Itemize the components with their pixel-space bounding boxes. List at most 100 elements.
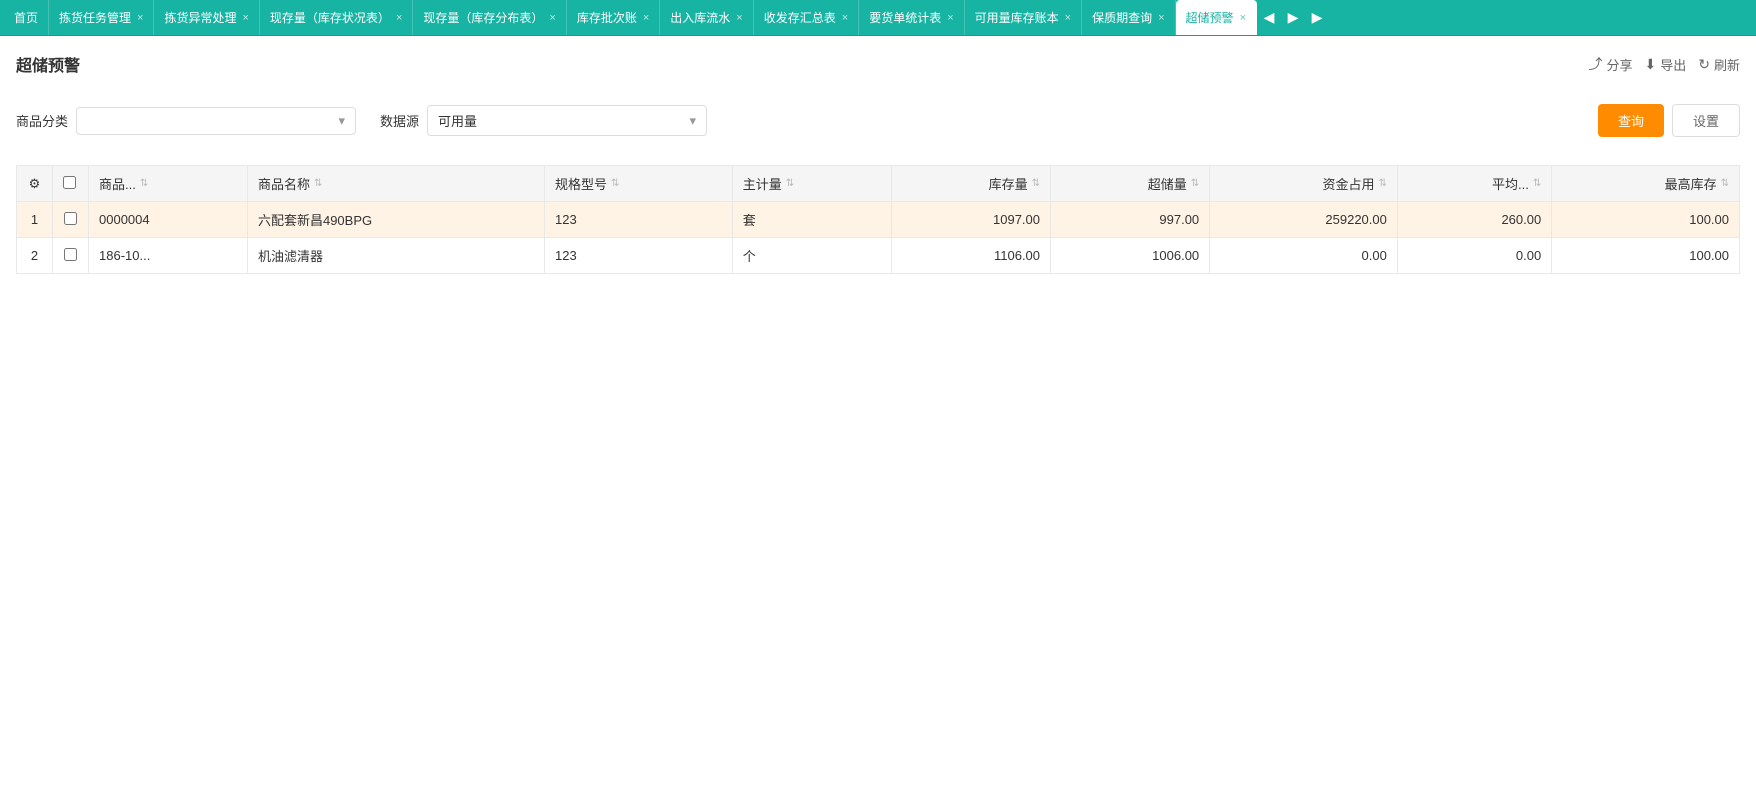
col-name: 商品名称 ⇅ <box>247 166 544 202</box>
close-icon[interactable]: × <box>947 12 953 24</box>
chevron-down-icon: ▾ <box>338 113 345 129</box>
sort-icon: ⇅ <box>611 178 619 189</box>
select-all-checkbox[interactable] <box>63 176 76 189</box>
table-row: 1 0000004 六配套新昌490BPG 123 套 1097.00 997.… <box>17 202 1740 238</box>
row-name: 六配套新昌490BPG <box>247 202 544 238</box>
datasource-label: 数据源 <box>380 111 419 130</box>
nav-tab-quality[interactable]: 保质期查询 × <box>1082 0 1175 36</box>
nav-tab-stock-dist[interactable]: 现存量（库存分布表） × <box>413 0 566 36</box>
row-capital: 259220.00 <box>1210 202 1398 238</box>
nav-tab-task-mgmt[interactable]: 拣货任务管理 × <box>49 0 154 36</box>
nav-next-button[interactable]: ▶ <box>1281 0 1305 36</box>
col-avg: 平均... ⇅ <box>1397 166 1551 202</box>
row-num: 2 <box>17 238 53 274</box>
col-stock: 库存量 ⇅ <box>891 166 1050 202</box>
sort-icon: ⇅ <box>1191 178 1199 189</box>
category-label: 商品分类 <box>16 111 68 130</box>
row-num: 1 <box>17 202 53 238</box>
row-avg: 260.00 <box>1397 202 1551 238</box>
nav-tab-available[interactable]: 可用量库存账本 × <box>965 0 1082 36</box>
nav-tab-stock-status[interactable]: 现存量（库存状况表） × <box>260 0 413 36</box>
page-title: 超储预警 <box>16 52 80 76</box>
close-icon[interactable]: × <box>137 12 143 24</box>
col-stock-sort[interactable]: 库存量 ⇅ <box>989 174 1040 193</box>
row-stock: 1106.00 <box>891 238 1050 274</box>
close-icon[interactable]: × <box>549 12 555 24</box>
nav-tab-summary[interactable]: 收发存汇总表 × <box>754 0 859 36</box>
row-name: 机油滤清器 <box>247 238 544 274</box>
datasource-select-value: 可用量 <box>438 111 477 130</box>
data-table: ⚙ 商品... ⇅ 商品名称 ⇅ <box>16 165 1740 274</box>
col-capital: 资金占用 ⇅ <box>1210 166 1398 202</box>
sort-icon: ⇅ <box>314 178 322 189</box>
row-spec: 123 <box>545 202 733 238</box>
refresh-button[interactable]: ↻ 刷新 <box>1698 55 1740 74</box>
close-icon[interactable]: × <box>1065 12 1071 24</box>
row-stock: 1097.00 <box>891 202 1050 238</box>
col-max-sort[interactable]: 最高库存 ⇅ <box>1665 174 1729 193</box>
filter-row: 商品分类 ▾ 数据源 可用量 ▾ 查询 设置 <box>16 92 1740 149</box>
close-icon[interactable]: × <box>1240 12 1246 24</box>
nav-expand-button[interactable]: ▶ <box>1305 0 1329 36</box>
close-icon[interactable]: × <box>396 12 402 24</box>
sort-icon: ⇅ <box>1533 178 1541 189</box>
filter-actions: 查询 设置 <box>1598 104 1740 137</box>
row-checkbox-cell <box>53 238 89 274</box>
category-filter: 商品分类 ▾ <box>16 107 356 135</box>
gear-icon[interactable]: ⚙ <box>29 176 41 192</box>
col-name-sort[interactable]: 商品名称 ⇅ <box>258 174 322 193</box>
sort-icon: ⇅ <box>1032 178 1040 189</box>
settings-button[interactable]: 设置 <box>1672 104 1740 137</box>
col-unit-sort[interactable]: 主计量 ⇅ <box>743 174 794 193</box>
col-code-sort[interactable]: 商品... ⇅ <box>99 174 148 193</box>
row-checkbox-cell <box>53 202 89 238</box>
nav-tab-home[interactable]: 首页 <box>4 0 49 36</box>
close-icon[interactable]: × <box>736 12 742 24</box>
col-select-all <box>53 166 89 202</box>
share-button[interactable]: ⤴ 分享 <box>1588 54 1632 74</box>
export-icon: ⬇ <box>1645 56 1657 73</box>
row-code: 0000004 <box>89 202 248 238</box>
sort-icon: ⇅ <box>1721 178 1729 189</box>
sort-icon: ⇅ <box>1378 178 1386 189</box>
nav-tab-overstock[interactable]: 超储预警 × <box>1176 0 1257 36</box>
col-capital-sort[interactable]: 资金占用 ⇅ <box>1322 174 1386 193</box>
datasource-filter: 数据源 可用量 ▾ <box>380 105 707 136</box>
close-icon[interactable]: × <box>1158 12 1164 24</box>
col-code: 商品... ⇅ <box>89 166 248 202</box>
page-header: 超储预警 ⤴ 分享 ⬇ 导出 ↻ 刷新 <box>16 52 1740 76</box>
col-unit: 主计量 ⇅ <box>732 166 891 202</box>
col-max: 最高库存 ⇅ <box>1552 166 1740 202</box>
page-content: 超储预警 ⤴ 分享 ⬇ 导出 ↻ 刷新 商品分类 ▾ 数据源 <box>0 36 1756 800</box>
row-avg: 0.00 <box>1397 238 1551 274</box>
row-max: 100.00 <box>1552 202 1740 238</box>
datasource-select[interactable]: 可用量 ▾ <box>427 105 707 136</box>
sort-icon: ⇅ <box>140 178 148 189</box>
nav-tab-exception[interactable]: 拣货异常处理 × <box>154 0 259 36</box>
close-icon[interactable]: × <box>643 12 649 24</box>
export-button[interactable]: ⬇ 导出 <box>1645 55 1687 74</box>
header-actions: ⤴ 分享 ⬇ 导出 ↻ 刷新 <box>1588 54 1740 74</box>
row-spec: 123 <box>545 238 733 274</box>
close-icon[interactable]: × <box>242 12 248 24</box>
row-code: 186-10... <box>89 238 248 274</box>
nav-tab-flow[interactable]: 出入库流水 × <box>660 0 753 36</box>
nav-tab-batch[interactable]: 库存批次账 × <box>567 0 660 36</box>
row-unit: 套 <box>732 202 891 238</box>
query-button[interactable]: 查询 <box>1598 104 1664 137</box>
chevron-down-icon: ▾ <box>690 113 697 129</box>
row-capital: 0.00 <box>1210 238 1398 274</box>
col-spec-sort[interactable]: 规格型号 ⇅ <box>555 174 619 193</box>
row-checkbox[interactable] <box>64 248 77 261</box>
col-avg-sort[interactable]: 平均... ⇅ <box>1492 174 1541 193</box>
top-navigation: 首页 拣货任务管理 × 拣货异常处理 × 现存量（库存状况表） × 现存量（库存… <box>0 0 1756 36</box>
table-row: 2 186-10... 机油滤清器 123 个 1106.00 1006.00 … <box>17 238 1740 274</box>
close-icon[interactable]: × <box>842 12 848 24</box>
nav-tab-order-stats[interactable]: 要货单统计表 × <box>859 0 964 36</box>
row-checkbox[interactable] <box>64 212 77 225</box>
nav-prev-button[interactable]: ◀ <box>1257 0 1281 36</box>
row-over: 1006.00 <box>1051 238 1210 274</box>
col-over-sort[interactable]: 超储量 ⇅ <box>1148 174 1199 193</box>
category-select[interactable]: ▾ <box>76 107 356 135</box>
refresh-icon: ↻ <box>1698 56 1710 73</box>
